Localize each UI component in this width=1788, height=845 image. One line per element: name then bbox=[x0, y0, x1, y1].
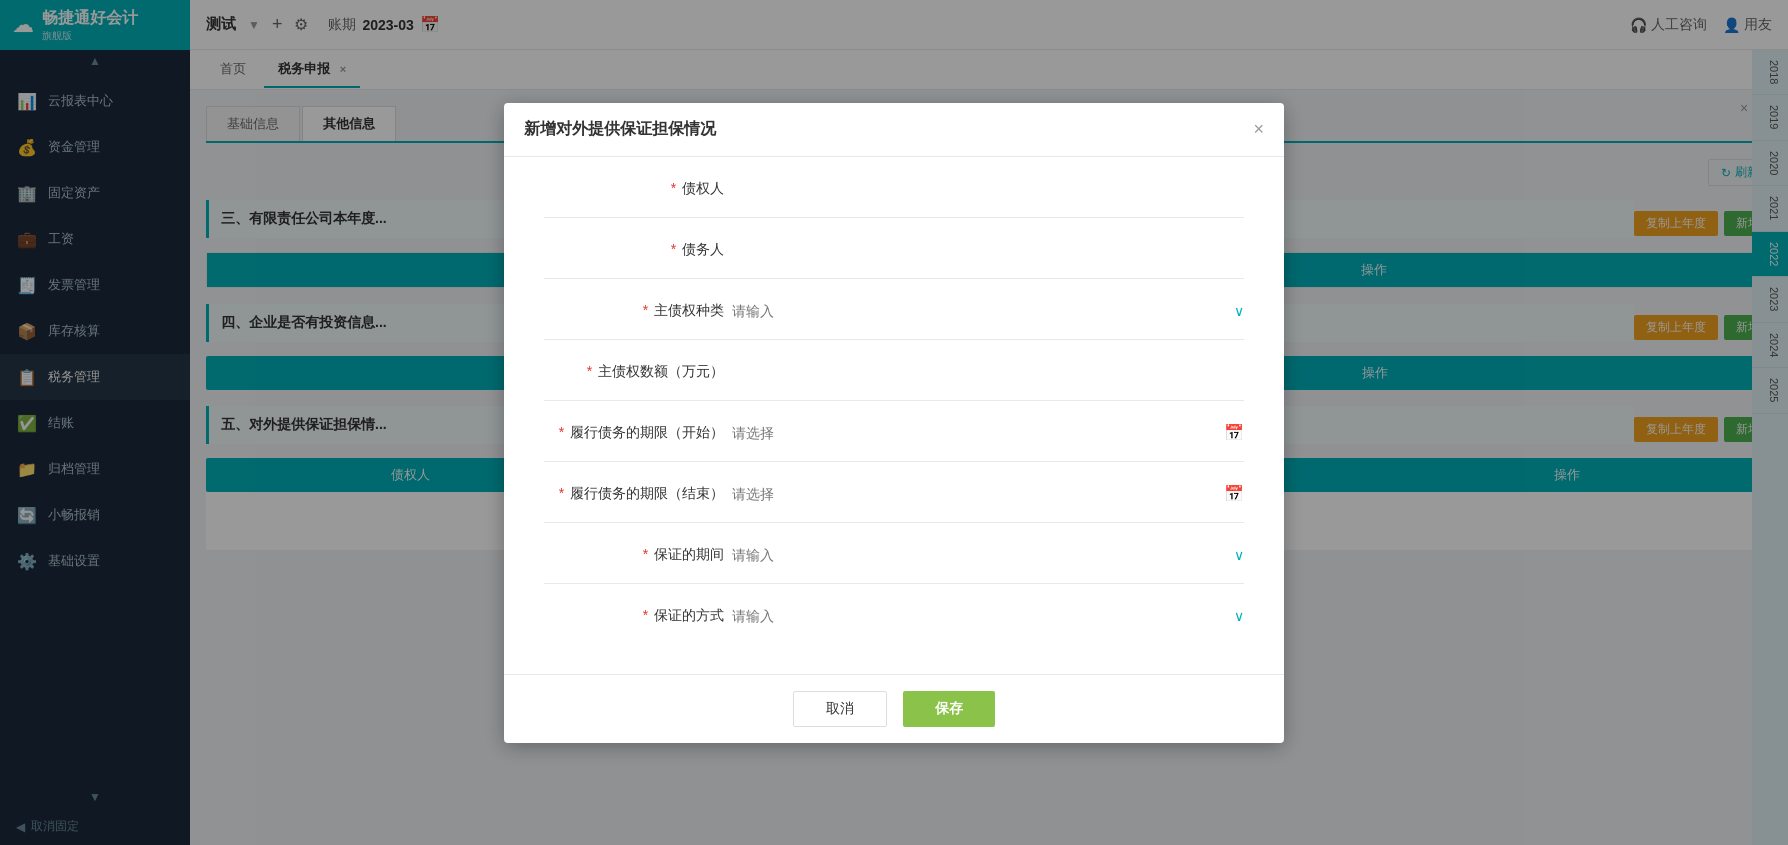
guarantee-method-input[interactable] bbox=[724, 604, 1234, 628]
debt-type-required-mark: * bbox=[643, 302, 648, 318]
debt-type-input[interactable] bbox=[724, 299, 1234, 323]
period-end-input[interactable] bbox=[724, 482, 1224, 506]
debt-type-select-wrapper[interactable]: ∨ bbox=[724, 299, 1244, 323]
modal-title: 新增对外提供保证担保情况 bbox=[524, 119, 716, 140]
modal-footer: 取消 保存 bbox=[504, 674, 1284, 743]
guarantee-method-chevron-icon: ∨ bbox=[1234, 608, 1244, 624]
period-start-calendar-icon[interactable]: 📅 bbox=[1224, 423, 1244, 442]
period-end-date-wrapper[interactable]: 📅 bbox=[724, 482, 1244, 506]
guarantee-period-label: * 保证的期间 bbox=[544, 546, 724, 564]
debt-type-chevron-icon: ∨ bbox=[1234, 303, 1244, 319]
debt-amount-required-mark: * bbox=[587, 363, 592, 379]
period-start-required-mark: * bbox=[559, 424, 564, 440]
guarantee-method-select-wrapper[interactable]: ∨ bbox=[724, 604, 1244, 628]
period-end-label: * 履行债务的期限（结束） bbox=[544, 485, 724, 503]
debt-type-label: * 主债权种类 bbox=[544, 302, 724, 320]
debt-amount-field: * 主债权数额（万元） bbox=[544, 360, 1244, 401]
debt-type-field: * 主债权种类 ∨ bbox=[544, 299, 1244, 340]
debtor-required-mark: * bbox=[671, 241, 676, 257]
debtor-field: * 债务人 bbox=[544, 238, 1244, 279]
modal-overlay: 新增对外提供保证担保情况 × * 债权人 * 债务人 bbox=[0, 0, 1788, 845]
period-start-label: * 履行债务的期限（开始） bbox=[544, 424, 724, 442]
period-start-input[interactable] bbox=[724, 421, 1224, 445]
debtor-input[interactable] bbox=[724, 238, 1244, 262]
guarantee-method-label: * 保证的方式 bbox=[544, 607, 724, 625]
guarantee-period-required-mark: * bbox=[643, 546, 648, 562]
creditor-label: * 债权人 bbox=[544, 180, 724, 198]
cancel-button[interactable]: 取消 bbox=[793, 691, 887, 727]
creditor-required-mark: * bbox=[671, 180, 676, 196]
period-end-required-mark: * bbox=[559, 485, 564, 501]
debt-amount-input[interactable] bbox=[724, 360, 1244, 384]
modal-header: 新增对外提供保证担保情况 × bbox=[504, 103, 1284, 157]
save-button[interactable]: 保存 bbox=[903, 691, 995, 727]
guarantee-period-chevron-icon: ∨ bbox=[1234, 547, 1244, 563]
modal-close-button[interactable]: × bbox=[1253, 119, 1264, 140]
guarantee-period-select-wrapper[interactable]: ∨ bbox=[724, 543, 1244, 567]
period-end-calendar-icon[interactable]: 📅 bbox=[1224, 484, 1244, 503]
guarantee-method-required-mark: * bbox=[643, 607, 648, 623]
modal: 新增对外提供保证担保情况 × * 债权人 * 债务人 bbox=[504, 103, 1284, 743]
creditor-field: * 债权人 bbox=[544, 177, 1244, 218]
modal-body: * 债权人 * 债务人 * 主债权种类 bbox=[504, 157, 1284, 674]
period-end-field: * 履行债务的期限（结束） 📅 bbox=[544, 482, 1244, 523]
guarantee-method-field: * 保证的方式 ∨ bbox=[544, 604, 1244, 644]
period-start-date-wrapper[interactable]: 📅 bbox=[724, 421, 1244, 445]
debt-amount-label: * 主债权数额（万元） bbox=[544, 363, 724, 381]
guarantee-period-field: * 保证的期间 ∨ bbox=[544, 543, 1244, 584]
debtor-label: * 债务人 bbox=[544, 241, 724, 259]
guarantee-period-input[interactable] bbox=[724, 543, 1234, 567]
creditor-input[interactable] bbox=[724, 177, 1244, 201]
period-start-field: * 履行债务的期限（开始） 📅 bbox=[544, 421, 1244, 462]
